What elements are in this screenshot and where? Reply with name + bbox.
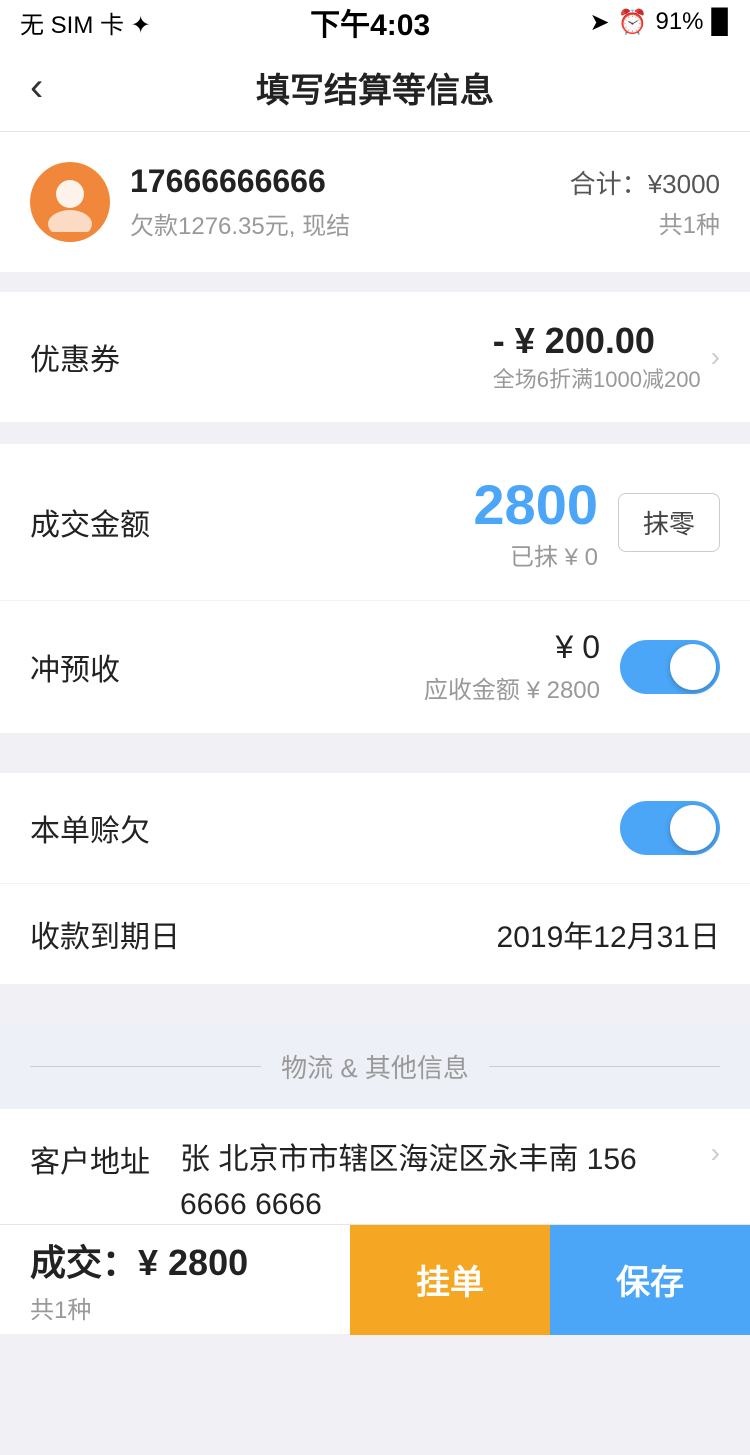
bottom-total-label: 成交：¥ 2800 bbox=[30, 1234, 320, 1286]
pre-collection-col: ¥ 0 应收金额 ¥ 2800 bbox=[424, 629, 600, 705]
bottom-count: 共1种 bbox=[30, 1290, 320, 1325]
coupon-discount: - ¥ 200.00 bbox=[493, 320, 701, 362]
coupon-right: - ¥ 200.00 全场6折满1000减200 › bbox=[493, 320, 720, 394]
address-chevron-icon: › bbox=[711, 1137, 720, 1169]
pre-collection-row: 冲预收 ¥ 0 应收金额 ¥ 2800 bbox=[0, 601, 750, 733]
customer-debt: 欠款1276.35元, 现结 bbox=[130, 206, 350, 241]
bottom-info: 成交：¥ 2800 共1种 bbox=[0, 1234, 350, 1325]
avatar bbox=[30, 162, 110, 242]
nav-title: 填写结算等信息 bbox=[256, 63, 494, 112]
section-divider-2 bbox=[0, 753, 750, 773]
save-button[interactable]: 保存 bbox=[550, 1225, 750, 1335]
due-date-value: 2019年12月31日 bbox=[497, 912, 720, 956]
nav-bar: ‹ 填写结算等信息 bbox=[0, 44, 750, 132]
customer-right: 合计：¥3000 共1种 bbox=[570, 164, 720, 240]
address-label: 客户地址 bbox=[30, 1137, 160, 1181]
total-label: 合计：¥3000 bbox=[570, 164, 720, 201]
battery-icon: ▉ bbox=[712, 8, 730, 37]
arrears-toggle-thumb bbox=[670, 805, 716, 851]
status-bar: 无 SIM 卡 ✦ 下午4:03 ➤ ⏰ 91% ▉ bbox=[0, 0, 750, 44]
pre-collection-sub: 应收金额 ¥ 2800 bbox=[424, 670, 600, 705]
chevron-right-icon: › bbox=[711, 341, 720, 373]
deal-amount-value: 2800 bbox=[473, 472, 598, 537]
deal-amount-section: 成交金额 2800 已抹 ¥ 0 抹零 冲预收 ¥ 0 应收金额 ¥ 2800 bbox=[0, 444, 750, 733]
coupon-desc: 全场6折满1000减200 bbox=[493, 362, 701, 394]
clock-icon: ⏰ bbox=[618, 8, 648, 37]
coupon-row[interactable]: 优惠券 - ¥ 200.00 全场6折满1000减200 › bbox=[0, 292, 750, 422]
toggle-thumb bbox=[670, 644, 716, 690]
customer-info: 17666666666 欠款1276.35元, 现结 bbox=[130, 163, 350, 241]
arrears-toggle[interactable] bbox=[620, 801, 720, 855]
due-date-row: 收款到期日 2019年12月31日 bbox=[0, 884, 750, 984]
hold-order-button[interactable]: 挂单 bbox=[350, 1225, 550, 1335]
arrears-section: 本单赊欠 收款到期日 2019年12月31日 bbox=[0, 773, 750, 984]
arrears-row: 本单赊欠 bbox=[0, 773, 750, 884]
coupon-label: 优惠券 bbox=[30, 335, 120, 379]
pre-collection-amount: ¥ 0 bbox=[424, 629, 600, 666]
back-button[interactable]: ‹ bbox=[30, 65, 43, 110]
customer-left: 17666666666 欠款1276.35元, 现结 bbox=[30, 162, 350, 242]
deal-amount-right: 2800 已抹 ¥ 0 抹零 bbox=[473, 472, 720, 572]
logistics-header: 物流 & 其他信息 bbox=[0, 1024, 750, 1109]
location-icon: ➤ bbox=[589, 8, 609, 37]
status-left: 无 SIM 卡 ✦ bbox=[20, 5, 151, 40]
pre-collection-toggle[interactable] bbox=[620, 640, 720, 694]
bottom-bar: 成交：¥ 2800 共1种 挂单 保存 bbox=[0, 1224, 750, 1334]
arrears-label: 本单赊欠 bbox=[30, 806, 170, 850]
logistics-text: 物流 & 其他信息 bbox=[281, 1048, 469, 1085]
status-right: ➤ ⏰ 91% ▉ bbox=[589, 8, 730, 37]
pre-collection-right: ¥ 0 应收金额 ¥ 2800 bbox=[424, 629, 720, 705]
customer-card: 17666666666 欠款1276.35元, 现结 合计：¥3000 共1种 bbox=[0, 132, 750, 272]
deal-amount-label: 成交金额 bbox=[30, 500, 170, 544]
address-value: 张 北京市市辖区海淀区永丰南 156 6666 6666 bbox=[180, 1137, 701, 1227]
logistics-line-left bbox=[30, 1066, 261, 1067]
due-date-label: 收款到期日 bbox=[30, 912, 180, 956]
section-divider-1 bbox=[0, 424, 750, 444]
deal-amount-row: 成交金额 2800 已抹 ¥ 0 抹零 bbox=[0, 444, 750, 601]
customer-phone: 17666666666 bbox=[130, 163, 350, 200]
round-zero-button[interactable]: 抹零 bbox=[618, 493, 720, 552]
battery-level: 91% bbox=[655, 8, 703, 36]
logistics-line-right bbox=[489, 1066, 720, 1067]
total-count: 共1种 bbox=[570, 205, 720, 240]
status-time: 下午4:03 bbox=[310, 0, 430, 44]
sim-status: 无 SIM 卡 ✦ bbox=[20, 5, 151, 40]
deal-amount-col: 2800 已抹 ¥ 0 bbox=[473, 472, 598, 572]
section-divider-3 bbox=[0, 1004, 750, 1024]
deal-amount-sub: 已抹 ¥ 0 bbox=[473, 537, 598, 572]
pre-collection-label: 冲预收 bbox=[30, 645, 170, 689]
